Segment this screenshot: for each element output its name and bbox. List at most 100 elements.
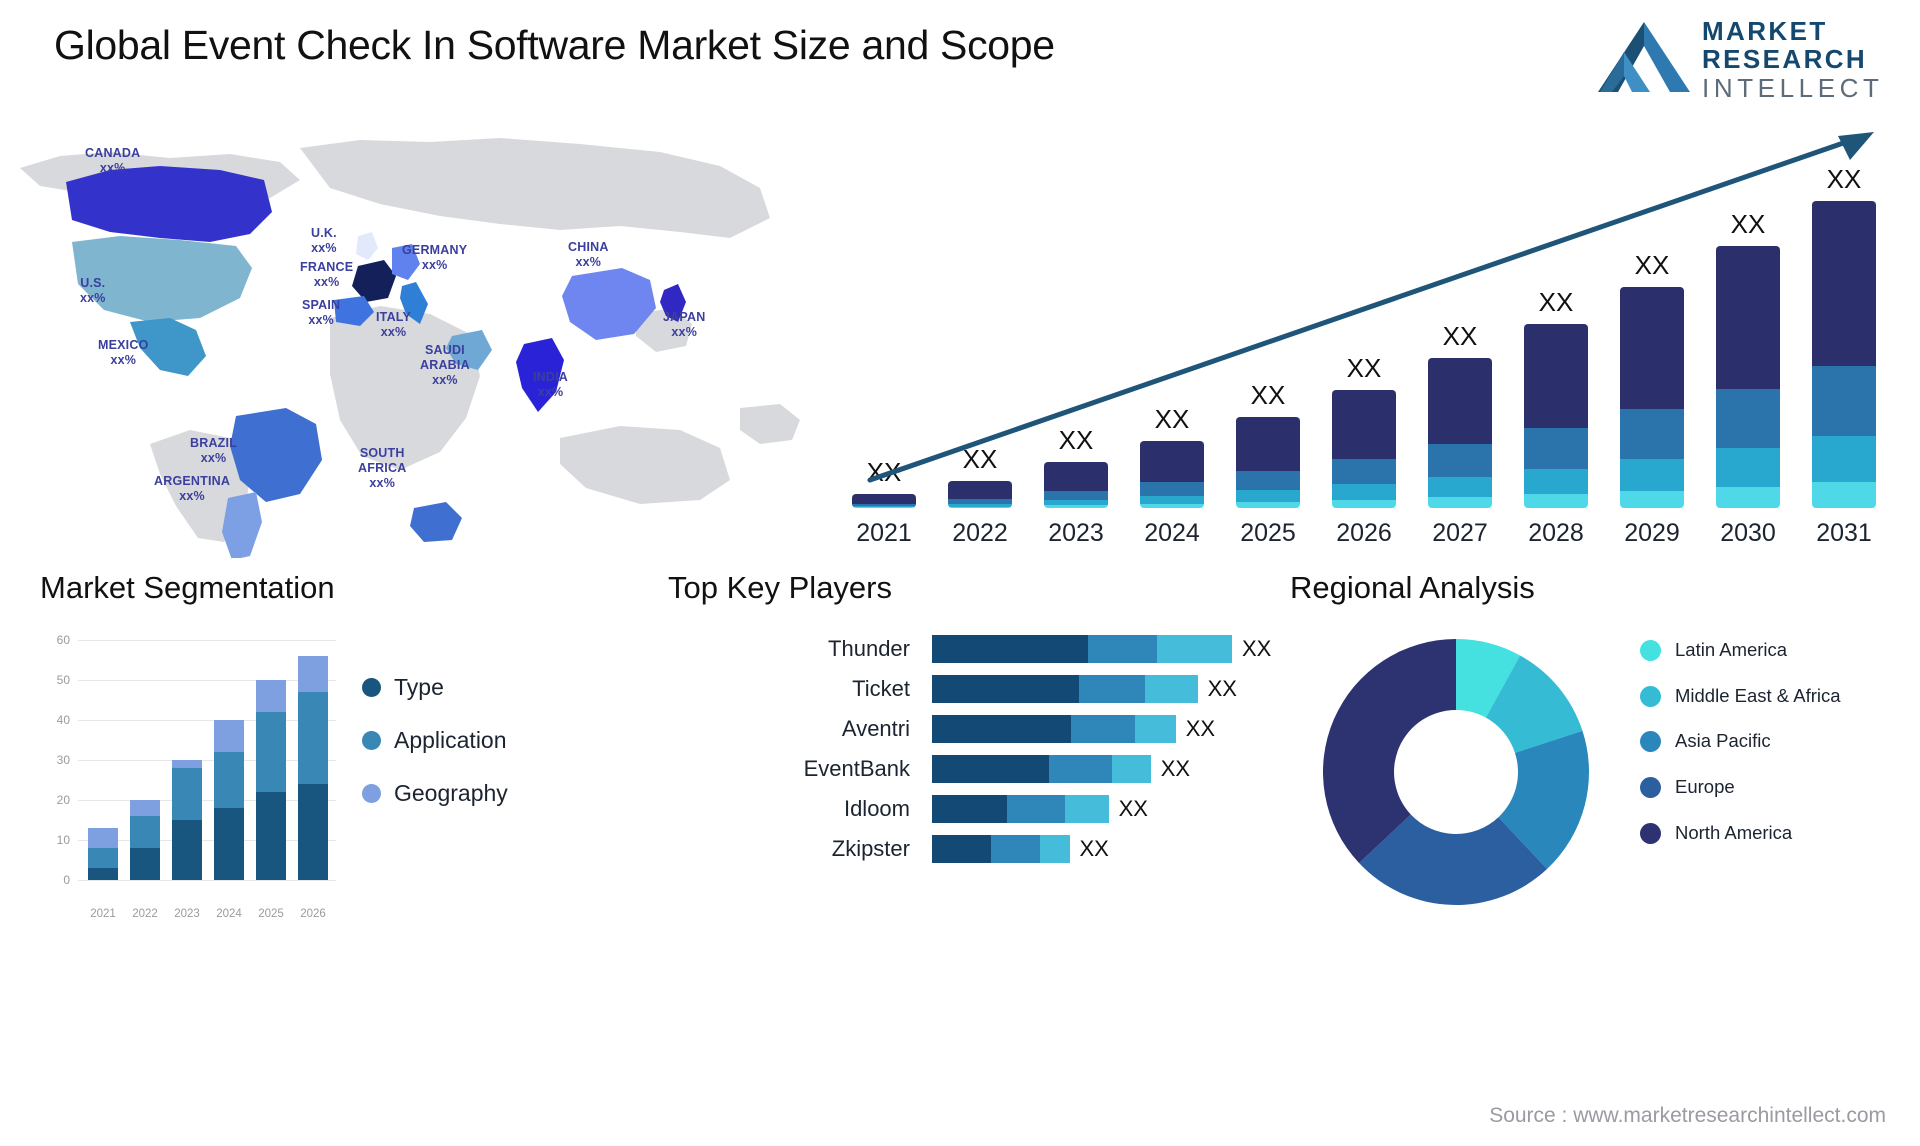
- forecast-bar-year-label: 2028: [1528, 519, 1584, 547]
- segmentation-bar-segment: [298, 656, 328, 692]
- player-value-label: XX: [1207, 676, 1237, 701]
- player-name: Zkipster: [831, 836, 910, 861]
- forecast-bar-segment: [1140, 441, 1204, 483]
- forecast-bar-segment: [1428, 476, 1492, 498]
- segmentation-x-label: 2024: [216, 908, 242, 920]
- legend-label: Asia Pacific: [1675, 730, 1771, 752]
- segmentation-legend-item[interactable]: Type: [362, 674, 508, 701]
- map-label-germany: GERMANY xx%: [402, 243, 467, 273]
- forecast-bar-year-label: 2030: [1720, 519, 1776, 547]
- country-south-africa: [410, 502, 462, 542]
- forecast-bar-value-label: XX: [1634, 249, 1670, 280]
- forecast-bar-segment: [1716, 388, 1780, 449]
- regional-legend-item[interactable]: North America: [1640, 821, 1841, 845]
- segmentation-legend-item[interactable]: Application: [362, 727, 508, 754]
- player-row: Thunder XX: [640, 632, 1280, 666]
- player-bar-segment: [1078, 675, 1145, 703]
- forecast-bar-value-label: XX: [1250, 379, 1286, 410]
- legend-label: Type: [394, 674, 444, 700]
- logo-line-3: INTELLECT: [1702, 73, 1884, 103]
- donut-slice[interactable]: [1323, 639, 1456, 864]
- player-row: Idloom XX: [640, 792, 1280, 826]
- map-country-name: GERMANY: [402, 243, 468, 257]
- player-bar-segment: [932, 835, 992, 863]
- map-label-u-k-: U.K. xx%: [311, 226, 337, 256]
- map-label-china: CHINA xx%: [568, 240, 609, 270]
- player-bar: [932, 635, 1232, 663]
- forecast-bar-segment: [1524, 494, 1588, 508]
- segmentation-y-tick: 50: [56, 673, 70, 687]
- segmentation-bar-segment: [256, 792, 286, 880]
- forecast-bar-segment: [1236, 471, 1300, 491]
- player-bar-segment: [1135, 715, 1176, 743]
- forecast-bar-segment: [1524, 427, 1588, 469]
- player-bar-segment: [1064, 795, 1109, 823]
- player-row: Zkipster XX: [640, 832, 1280, 866]
- forecast-bar-year-label: 2027: [1432, 519, 1488, 547]
- forecast-bar-segment: [1140, 503, 1204, 508]
- regional-legend-item[interactable]: Middle East & Africa: [1640, 684, 1841, 708]
- forecast-bar-stack: [1044, 462, 1108, 508]
- forecast-bar-stack: [852, 494, 916, 508]
- segmentation-y-tick: 60: [56, 633, 70, 647]
- segmentation-x-label: 2025: [258, 908, 284, 920]
- map-country-name: CANADA: [85, 146, 141, 160]
- player-bar-segment: [932, 635, 1089, 663]
- player-value-label: XX: [1118, 796, 1148, 821]
- map-country-name: U.K.: [311, 226, 337, 240]
- forecast-bar-segment: [1620, 409, 1684, 459]
- map-label-canada: CANADA xx%: [85, 146, 140, 176]
- segmentation-bar: [214, 720, 244, 880]
- legend-label: Middle East & Africa: [1675, 684, 1841, 706]
- forecast-bar-stack: [1140, 441, 1204, 508]
- map-label-india: INDIA xx%: [533, 370, 568, 400]
- segmentation-bar-segment: [256, 712, 286, 792]
- market-size-forecast-chart: XX 2021 XX 2022 XX 2023 XX 2024 XX 2025 XX 2026 XX 20…: [830, 110, 1920, 560]
- forecast-bar-value-label: XX: [1442, 321, 1478, 352]
- player-bar-segment: [932, 755, 1050, 783]
- source-attribution: Source : www.marketresearchintellect.com: [1489, 1104, 1886, 1127]
- legend-label: Europe: [1675, 776, 1735, 798]
- segmentation-x-label: 2022: [132, 908, 158, 920]
- segmentation-legend-item[interactable]: Geography: [362, 780, 508, 807]
- segmentation-y-tick: 20: [56, 793, 70, 807]
- legend-color-dot: [362, 678, 381, 697]
- page-title: Global Event Check In Software Market Si…: [54, 22, 1055, 68]
- legend-label: Latin America: [1675, 639, 1788, 660]
- player-name: Thunder: [828, 636, 910, 661]
- segmentation-bar: [298, 656, 328, 880]
- logo-line-2: RESEARCH: [1702, 44, 1868, 74]
- map-country-value: xx%: [308, 312, 334, 327]
- player-bar-segment: [991, 835, 1040, 863]
- player-bar-segment: [932, 795, 1007, 823]
- segmentation-bar-segment: [88, 828, 118, 848]
- map-country-value: xx%: [200, 450, 227, 465]
- forecast-bar-segment: [1428, 358, 1492, 444]
- segmentation-x-label: 2021: [90, 908, 116, 920]
- market-segmentation-title: Market Segmentation: [40, 570, 335, 605]
- forecast-bar-stack: [1812, 200, 1876, 508]
- forecast-bar-value-label: XX: [866, 457, 902, 488]
- forecast-bar-segment: [1044, 490, 1108, 500]
- map-country-name: BRAZIL: [190, 436, 238, 450]
- mountain-m-logo-icon: [1598, 22, 1690, 92]
- forecast-bar-value-label: XX: [1730, 208, 1766, 239]
- segmentation-bar-segment: [88, 868, 118, 880]
- regional-legend-item[interactable]: Asia Pacific: [1640, 729, 1841, 753]
- forecast-bar-stack: [1716, 245, 1780, 508]
- player-value-label: XX: [1242, 636, 1272, 661]
- map-label-u-s-: U.S. xx%: [80, 276, 106, 306]
- regional-legend-item[interactable]: Latin America: [1640, 638, 1841, 662]
- map-country-value: xx%: [380, 324, 407, 339]
- map-label-south-africa: SOUTH AFRICA xx%: [358, 446, 406, 490]
- legend-color-dot: [1640, 822, 1661, 844]
- forecast-bar-year-label: 2031: [1816, 519, 1872, 547]
- forecast-bar-year-label: 2022: [952, 519, 1008, 547]
- legend-label: Geography: [394, 780, 508, 806]
- regional-legend-item[interactable]: Europe: [1640, 775, 1841, 799]
- map-country-value: xx%: [671, 324, 698, 339]
- forecast-bars-area: XX 2021 XX 2022 XX 2023 XX 2024 XX 2025 XX 2026 XX 20…: [830, 110, 1920, 560]
- forecast-bar-segment: [1716, 245, 1780, 389]
- player-bar-segment: [932, 715, 1072, 743]
- map-country-name: INDIA: [533, 370, 569, 384]
